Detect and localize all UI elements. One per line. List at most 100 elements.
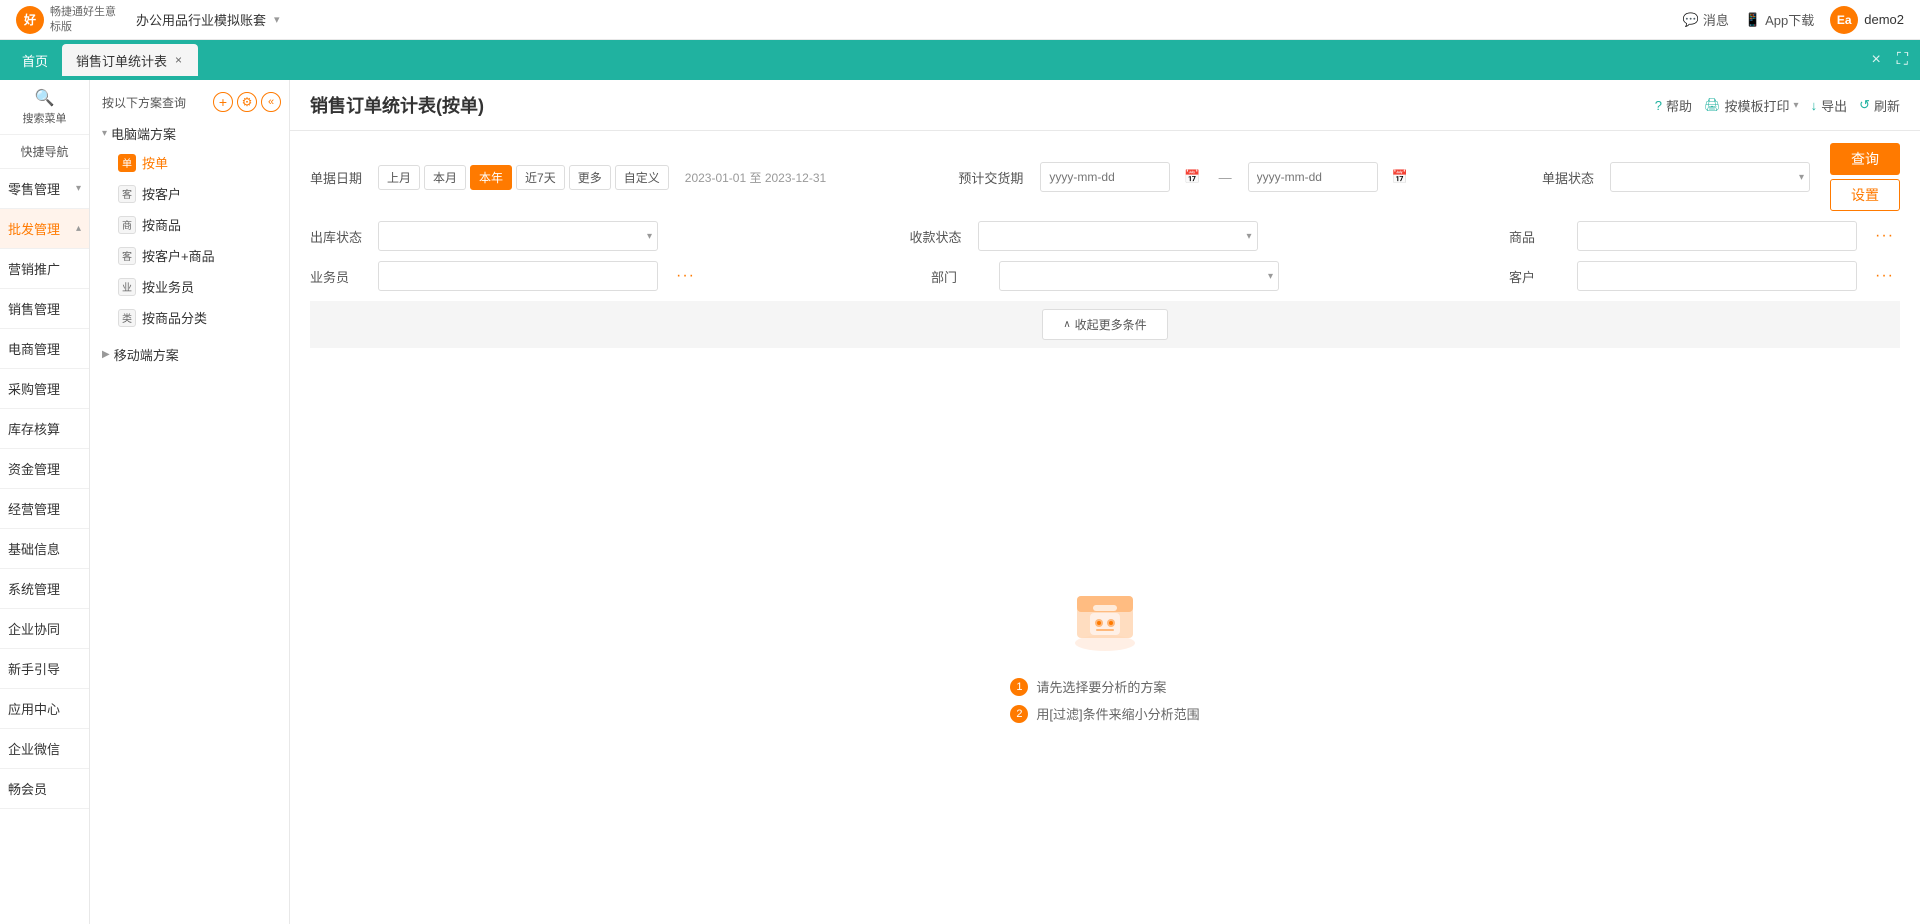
window-close-btn[interactable]: × [1867, 47, 1884, 73]
sidebar-item-sales[interactable]: 销售管理 [0, 289, 89, 329]
top-bar-right: 💬 消息 📱 App下载 Ea demo2 [1683, 6, 1904, 34]
sidebar-item-finance[interactable]: 资金管理 [0, 449, 89, 489]
settings-scheme-btn[interactable]: ⚙ [237, 92, 257, 112]
export-icon: ↓ [1811, 98, 1818, 113]
refresh-icon: ↺ [1859, 97, 1870, 113]
sidebar-item-marketing[interactable]: 营销推广 [0, 249, 89, 289]
page-actions: ? 帮助 🖨 按模板打印 ▾ ↓ 导出 ↺ [1655, 96, 1900, 115]
date-btn-custom[interactable]: 自定义 [615, 165, 669, 190]
sidebar-item-inventory[interactable]: 库存核算 [0, 409, 89, 449]
logo-icon: 好 [16, 6, 44, 34]
collapse-up-icon: ∧ [1063, 319, 1070, 330]
collapse-panel-btn[interactable]: « [261, 92, 281, 112]
sidebar: 🔍 搜索菜单 快捷导航 零售管理 ▾ 批发管理 ▴ 营销推广 销售管理 电商管理… [0, 80, 90, 924]
date-btn-7days[interactable]: 近7天 [516, 165, 565, 190]
collapse-btn[interactable]: ∧ 收起更多条件 [1042, 309, 1167, 340]
predicted-date-end[interactable] [1248, 162, 1378, 192]
scheme-icon-goods: 商 [118, 216, 136, 234]
customer-dots-btn[interactable]: ··· [1869, 265, 1900, 287]
right-panel: 销售订单统计表(按单) ? 帮助 🖨 按模板打印 ▾ ↓ [290, 80, 1920, 924]
refresh-btn[interactable]: ↺ 刷新 [1859, 96, 1900, 115]
calendar-icon-end: 📅 [1392, 169, 1408, 185]
message-btn[interactable]: 💬 消息 [1683, 10, 1729, 29]
scheme-icon-customer: 客 [118, 185, 136, 203]
query-button[interactable]: 查询 [1830, 143, 1900, 175]
receive-status-select-wrapper: ▾ [978, 221, 1258, 251]
date-btn-last-month[interactable]: 上月 [378, 165, 420, 190]
date-label: 单据日期 [310, 168, 366, 187]
scheme-icon-staff: 业 [118, 278, 136, 296]
top-bar-left: 好 畅捷通好生意 标版 办公用品行业模拟账套 ▾ [16, 5, 280, 34]
out-status-label: 出库状态 [310, 227, 366, 246]
pc-scheme-group-header[interactable]: ▾ 电脑端方案 [90, 120, 289, 147]
scheme-item-by-customer-goods[interactable]: 客 按客户+商品 [90, 240, 289, 271]
scheme-item-by-staff[interactable]: 业 按业务员 [90, 271, 289, 302]
tab-close-btn[interactable]: × [173, 51, 184, 69]
out-status-select[interactable] [378, 221, 658, 251]
sidebar-item-appcenter[interactable]: 应用中心 [0, 689, 89, 729]
scheme-icon-category: 类 [118, 309, 136, 327]
staff-input[interactable] [378, 261, 658, 291]
receive-status-select[interactable] [978, 221, 1258, 251]
tab-home[interactable]: 首页 [8, 44, 62, 76]
sidebar-item-basic[interactable]: 基础信息 [0, 529, 89, 569]
scheme-icon-order: 单 [118, 154, 136, 172]
message-icon: 💬 [1683, 12, 1699, 28]
sidebar-shortcut[interactable]: 快捷导航 [0, 135, 89, 169]
sidebar-item-newbie[interactable]: 新手引导 [0, 649, 89, 689]
left-panel: 按以下方案查询 + ⚙ « ▾ 电脑端方案 单 按单 客 按客户 [90, 80, 290, 924]
window-expand-btn[interactable]: ⛶ [1893, 47, 1912, 73]
scheme-icon-customer-goods: 客 [118, 247, 136, 265]
sidebar-item-enterprise[interactable]: 企业协同 [0, 609, 89, 649]
template-print-btn[interactable]: 🖨 按模板打印 ▾ [1704, 96, 1799, 115]
staff-label: 业务员 [310, 267, 366, 286]
main-layout: 🔍 搜索菜单 快捷导航 零售管理 ▾ 批发管理 ▴ 营销推广 销售管理 电商管理… [0, 80, 1920, 924]
status-select[interactable] [1610, 162, 1810, 192]
sidebar-item-wechat[interactable]: 企业微信 [0, 729, 89, 769]
settings-button[interactable]: 设置 [1830, 179, 1900, 211]
customer-input[interactable] [1577, 261, 1857, 291]
sidebar-search[interactable]: 🔍 搜索菜单 [0, 80, 89, 135]
sidebar-item-operation[interactable]: 经营管理 [0, 489, 89, 529]
date-btn-this-month[interactable]: 本月 [424, 165, 466, 190]
goods-input[interactable] [1577, 221, 1857, 251]
status-select-wrapper: ▾ [1610, 162, 1810, 192]
date-btn-this-year[interactable]: 本年 [470, 165, 512, 190]
help-btn[interactable]: ? 帮助 [1655, 96, 1692, 115]
left-panel-header: 按以下方案查询 + ⚙ « [90, 88, 289, 116]
predicted-date-start[interactable] [1040, 162, 1170, 192]
help-icon: ? [1655, 98, 1662, 113]
title-dropdown-icon[interactable]: ▾ [274, 13, 280, 26]
chevron-right-icon: ▶ [102, 349, 110, 360]
username-label: demo2 [1864, 12, 1904, 27]
user-area[interactable]: Ea demo2 [1830, 6, 1904, 34]
sidebar-item-ecommerce[interactable]: 电商管理 [0, 329, 89, 369]
scheme-item-by-goods[interactable]: 商 按商品 [90, 209, 289, 240]
export-btn[interactable]: ↓ 导出 [1811, 96, 1848, 115]
scheme-item-by-category[interactable]: 类 按商品分类 [90, 302, 289, 333]
btn-group-right: 查询 设置 [1830, 143, 1900, 211]
add-scheme-btn[interactable]: + [213, 92, 233, 112]
staff-dots-btn[interactable]: ··· [670, 265, 701, 287]
sidebar-item-member[interactable]: 畅会员 [0, 769, 89, 809]
status-label: 单据状态 [1542, 168, 1598, 187]
left-panel-actions: + ⚙ « [213, 92, 281, 112]
empty-state-tips: 1 请先选择要分析的方案 2 用[过滤]条件来缩小分析范围 [1010, 677, 1199, 723]
tab-sales-order[interactable]: 销售订单统计表 × [62, 44, 198, 76]
sidebar-item-retail[interactable]: 零售管理 ▾ [0, 169, 89, 209]
sidebar-item-purchase[interactable]: 采购管理 [0, 369, 89, 409]
mobile-scheme-group: ▶ 移动端方案 [90, 337, 289, 372]
scheme-item-by-order[interactable]: 单 按单 [90, 147, 289, 178]
goods-label: 商品 [1509, 227, 1565, 246]
mobile-scheme-group-header[interactable]: ▶ 移动端方案 [90, 341, 289, 368]
app-download-btn[interactable]: 📱 App下载 [1745, 10, 1814, 29]
sidebar-item-wholesale[interactable]: 批发管理 ▴ [0, 209, 89, 249]
date-btn-more[interactable]: 更多 [569, 165, 611, 190]
print-icon: 🖨 [1704, 97, 1721, 113]
empty-tip-2: 2 用[过滤]条件来缩小分析范围 [1010, 704, 1199, 723]
sidebar-item-system[interactable]: 系统管理 [0, 569, 89, 609]
dept-select[interactable] [999, 261, 1279, 291]
goods-dots-btn[interactable]: ··· [1869, 225, 1900, 247]
scheme-item-by-customer[interactable]: 客 按客户 [90, 178, 289, 209]
chevron-down-icon: ▾ [102, 128, 107, 139]
